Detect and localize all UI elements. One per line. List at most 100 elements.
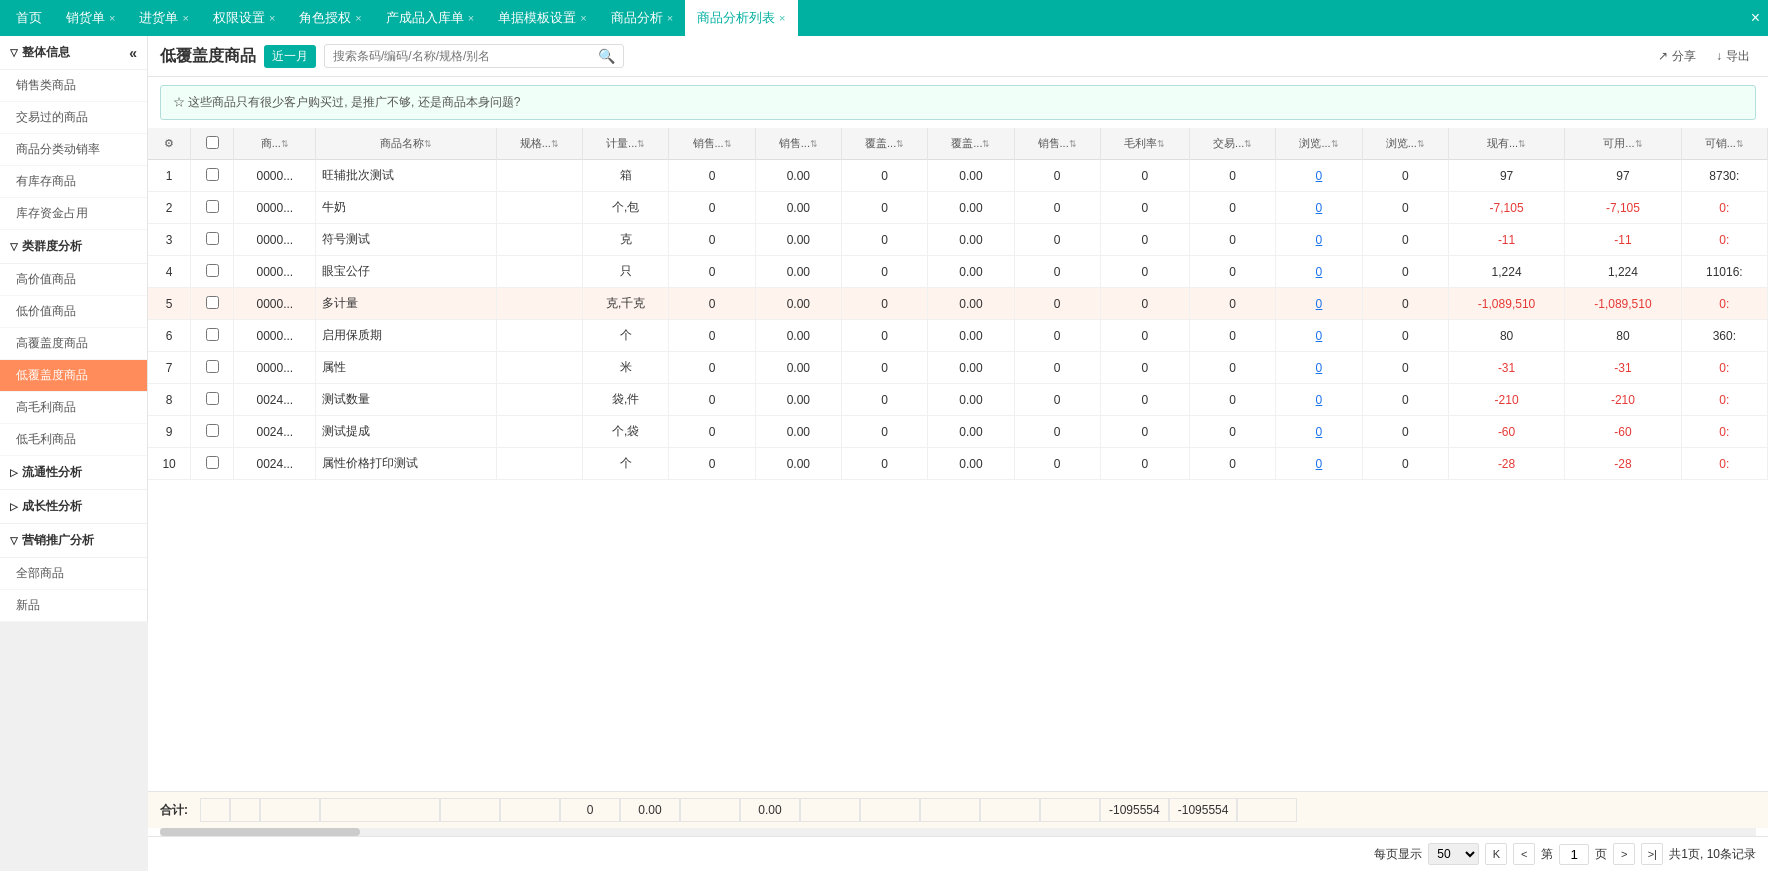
sidebar-section-marketing[interactable]: ▽ 营销推广分析 — [0, 524, 147, 558]
close-icon[interactable]: × — [580, 12, 586, 24]
row-select-checkbox[interactable] — [206, 264, 219, 277]
row-select-checkbox[interactable] — [206, 232, 219, 245]
sidebar-section-growth[interactable]: ▷ 成长性分析 — [0, 490, 147, 524]
sidebar-collapse-btn[interactable]: « — [129, 45, 137, 61]
nav-tab-analysis-list[interactable]: 商品分析列表 × — [685, 0, 797, 36]
sidebar-item-high-margin[interactable]: 高毛利商品 — [0, 392, 147, 424]
first-page-button[interactable]: K — [1485, 843, 1507, 865]
col-sales-amount[interactable]: 销售...⇅ — [755, 128, 841, 160]
row-view1[interactable]: 0 — [1276, 416, 1362, 448]
row-trade: 0 — [1190, 288, 1276, 320]
col-sales-count[interactable]: 销售...⇅ — [669, 128, 755, 160]
sidebar-item-stock-goods[interactable]: 有库存商品 — [0, 166, 147, 198]
nav-tab-analysis[interactable]: 商品分析 × — [599, 0, 685, 36]
close-icon[interactable]: × — [269, 12, 275, 24]
row-view1[interactable]: 0 — [1276, 384, 1362, 416]
col-cov1[interactable]: 覆盖...⇅ — [841, 128, 927, 160]
nav-tab-sales[interactable]: 销货单 × — [54, 0, 127, 36]
row-checkbox[interactable] — [191, 160, 234, 192]
row-view1[interactable]: 0 — [1276, 160, 1362, 192]
row-view1[interactable]: 0 — [1276, 224, 1362, 256]
col-saleable[interactable]: 可销...⇅ — [1681, 128, 1767, 160]
nav-tab-home[interactable]: 首页 — [4, 0, 54, 36]
row-checkbox[interactable] — [191, 352, 234, 384]
row-checkbox[interactable] — [191, 192, 234, 224]
col-sales-gross[interactable]: 销售...⇅ — [1014, 128, 1100, 160]
row-view1[interactable]: 0 — [1276, 288, 1362, 320]
search-input[interactable] — [333, 49, 598, 63]
page-number-input[interactable] — [1559, 844, 1589, 865]
col-settings[interactable]: ⚙ — [148, 128, 191, 160]
sidebar-item-traded-goods[interactable]: 交易过的商品 — [0, 102, 147, 134]
row-view1[interactable]: 0 — [1276, 448, 1362, 480]
row-select-checkbox[interactable] — [206, 296, 219, 309]
row-view1[interactable]: 0 — [1276, 320, 1362, 352]
row-select-checkbox[interactable] — [206, 456, 219, 469]
nav-tab-products[interactable]: 产成品入库单 × — [374, 0, 486, 36]
row-checkbox[interactable] — [191, 384, 234, 416]
sidebar-item-all-goods[interactable]: 全部商品 — [0, 558, 147, 590]
col-spec[interactable]: 规格...⇅ — [496, 128, 582, 160]
horizontal-scrollbar[interactable] — [160, 828, 1756, 836]
col-unit[interactable]: 计量...⇅ — [582, 128, 669, 160]
select-all-checkbox[interactable] — [206, 136, 219, 149]
col-trade[interactable]: 交易...⇅ — [1190, 128, 1276, 160]
close-icon[interactable]: × — [355, 12, 361, 24]
nav-tab-purchase[interactable]: 进货单 × — [127, 0, 200, 36]
sidebar-item-stock-fund[interactable]: 库存资金占用 — [0, 198, 147, 230]
sidebar-item-low-value[interactable]: 低价值商品 — [0, 296, 147, 328]
last-page-button[interactable]: >| — [1641, 843, 1663, 865]
col-name[interactable]: 商品名称⇅ — [316, 128, 496, 160]
export-button[interactable]: ↓ 导出 — [1710, 45, 1756, 68]
table-row: 9 0024... 测试提成 个,袋 0 0.00 0 0.00 0 0 0 0… — [148, 416, 1768, 448]
per-page-select[interactable]: 50 100 200 — [1428, 843, 1479, 865]
close-icon[interactable]: × — [182, 12, 188, 24]
prev-page-button[interactable]: < — [1513, 843, 1535, 865]
close-icon[interactable]: × — [109, 12, 115, 24]
col-checkbox[interactable] — [191, 128, 234, 160]
nav-tab-permission[interactable]: 权限设置 × — [201, 0, 287, 36]
row-checkbox[interactable] — [191, 256, 234, 288]
close-icon[interactable]: × — [667, 12, 673, 24]
sidebar-section-cluster[interactable]: ▽ 类群度分析 — [0, 230, 147, 264]
col-gross-rate[interactable]: 毛利率⇅ — [1100, 128, 1189, 160]
col-view2[interactable]: 浏览...⇅ — [1362, 128, 1448, 160]
row-select-checkbox[interactable] — [206, 168, 219, 181]
row-checkbox[interactable] — [191, 448, 234, 480]
time-filter-button[interactable]: 近一月 — [264, 45, 316, 68]
sidebar-section-overall[interactable]: ▽ 整体信息 « — [0, 36, 147, 70]
sidebar-section-flow[interactable]: ▷ 流通性分析 — [0, 456, 147, 490]
row-select-checkbox[interactable] — [206, 424, 219, 437]
sidebar-item-low-coverage[interactable]: 低覆盖度商品 — [0, 360, 147, 392]
row-checkbox[interactable] — [191, 288, 234, 320]
sidebar-item-high-value[interactable]: 高价值商品 — [0, 264, 147, 296]
row-view1[interactable]: 0 — [1276, 256, 1362, 288]
col-view1[interactable]: 浏览...⇅ — [1276, 128, 1362, 160]
row-checkbox[interactable] — [191, 416, 234, 448]
sidebar-item-new-goods[interactable]: 新品 — [0, 590, 147, 622]
scrollbar-thumb[interactable] — [160, 828, 360, 836]
row-view1[interactable]: 0 — [1276, 352, 1362, 384]
sidebar-item-low-margin[interactable]: 低毛利商品 — [0, 424, 147, 456]
row-view1[interactable]: 0 — [1276, 192, 1362, 224]
sidebar-item-high-coverage[interactable]: 高覆盖度商品 — [0, 328, 147, 360]
share-button[interactable]: ↗ 分享 — [1652, 45, 1702, 68]
nav-tab-role[interactable]: 角色授权 × — [287, 0, 373, 36]
row-select-checkbox[interactable] — [206, 200, 219, 213]
row-select-checkbox[interactable] — [206, 360, 219, 373]
close-icon[interactable]: × — [468, 12, 474, 24]
next-page-button[interactable]: > — [1613, 843, 1635, 865]
sidebar-item-category-rate[interactable]: 商品分类动销率 — [0, 134, 147, 166]
row-select-checkbox[interactable] — [206, 328, 219, 341]
col-current[interactable]: 现有...⇅ — [1448, 128, 1564, 160]
close-icon[interactable]: × — [779, 12, 785, 24]
col-cov2[interactable]: 覆盖...⇅ — [928, 128, 1014, 160]
row-checkbox[interactable] — [191, 320, 234, 352]
nav-tab-templates[interactable]: 单据模板设置 × — [486, 0, 598, 36]
col-available[interactable]: 可用...⇅ — [1565, 128, 1681, 160]
close-all-icon[interactable]: × — [1751, 9, 1760, 27]
row-checkbox[interactable] — [191, 224, 234, 256]
row-select-checkbox[interactable] — [206, 392, 219, 405]
sidebar-item-sales-goods[interactable]: 销售类商品 — [0, 70, 147, 102]
col-code[interactable]: 商...⇅ — [234, 128, 316, 160]
